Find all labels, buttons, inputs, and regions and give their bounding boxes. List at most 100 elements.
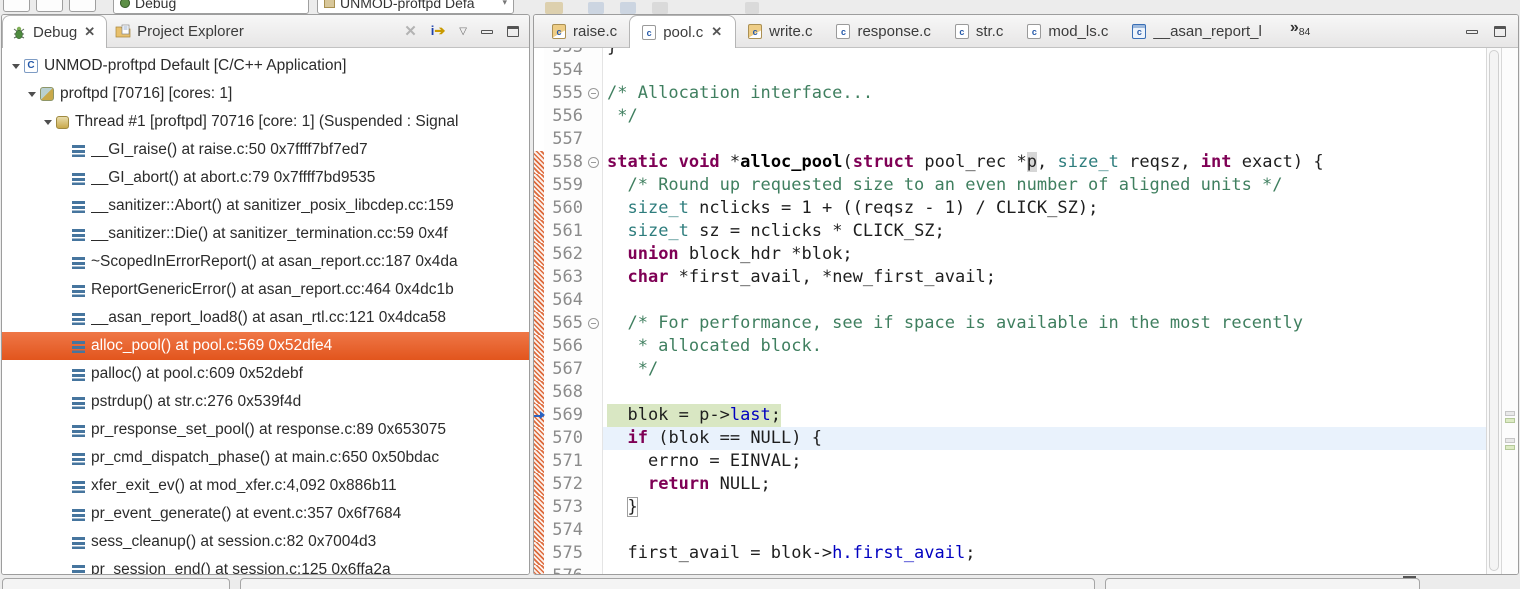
fold-collapse-icon[interactable] xyxy=(588,88,599,99)
code-text[interactable]: /* Round up requested size to an even nu… xyxy=(603,174,1486,197)
expand-arrow-icon[interactable] xyxy=(24,92,40,97)
tree-row[interactable]: alloc_pool() at pool.c:569 0x52dfe4 xyxy=(2,332,529,360)
minimize-icon[interactable] xyxy=(1466,30,1478,34)
toolbar-icon[interactable] xyxy=(620,2,636,14)
annotation-ruler[interactable] xyxy=(534,266,544,289)
close-icon[interactable]: ✕ xyxy=(710,24,723,40)
collapsed-view-tab[interactable] xyxy=(240,578,1095,589)
annotation-ruler[interactable] xyxy=(534,243,544,266)
tab-debug[interactable]: Debug ✕ xyxy=(2,15,108,48)
tree-row[interactable]: ~ScopedInErrorReport() at asan_report.cc… xyxy=(2,248,529,276)
fold-collapse-icon[interactable] xyxy=(588,318,599,329)
code-text[interactable]: /* For performance, see if space is avai… xyxy=(603,312,1486,335)
launch-configuration-combo[interactable]: UNMOD-proftpd Defa ▾ xyxy=(317,0,514,14)
tree-row[interactable]: sess_cleanup() at session.c:82 0x7004d3 xyxy=(2,528,529,556)
annotation-ruler[interactable] xyxy=(534,312,544,335)
tree-row[interactable]: palloc() at pool.c:609 0x52debf xyxy=(2,360,529,388)
tree-row[interactable]: __sanitizer::Die() at sanitizer_terminat… xyxy=(2,220,529,248)
maximize-icon[interactable] xyxy=(1494,25,1506,37)
annotation-ruler[interactable] xyxy=(534,174,544,197)
code-text[interactable] xyxy=(603,289,1486,312)
editor-tab-asan-report-l[interactable]: c __asan_report_l xyxy=(1120,15,1273,47)
annotation-ruler[interactable] xyxy=(534,542,544,565)
code-text[interactable]: size_t nclicks = 1 + ((reqsz - 1) / CLIC… xyxy=(603,197,1486,220)
annotation-ruler[interactable] xyxy=(534,358,544,381)
minimize-icon[interactable] xyxy=(481,30,493,34)
toolbar-button[interactable] xyxy=(69,0,96,12)
code-text[interactable]: } xyxy=(603,496,1486,519)
editor-tab-write-c[interactable]: c write.c xyxy=(736,15,824,47)
annotation-ruler[interactable] xyxy=(534,450,544,473)
annotation-ruler[interactable] xyxy=(534,128,544,151)
annotation-ruler[interactable] xyxy=(534,496,544,519)
collapsed-view-tab[interactable] xyxy=(1105,578,1420,589)
toolbar-icon[interactable] xyxy=(745,2,759,14)
code-text[interactable]: if (blok == NULL) { xyxy=(603,427,1486,450)
close-icon[interactable]: ✕ xyxy=(83,24,96,40)
tree-row[interactable]: __GI_raise() at raise.c:50 0x7ffff7bf7ed… xyxy=(2,136,529,164)
debug-configuration-combo[interactable]: Debug xyxy=(113,0,309,14)
annotation-ruler[interactable] xyxy=(534,335,544,358)
tree-row[interactable]: __GI_abort() at abort.c:79 0x7ffff7bd953… xyxy=(2,164,529,192)
tree-row[interactable]: ReportGenericError() at asan_report.cc:4… xyxy=(2,276,529,304)
code-text[interactable]: union block_hdr *blok; xyxy=(603,243,1486,266)
show-debug-context-icon[interactable]: i➔ xyxy=(431,23,446,39)
code-text[interactable]: size_t sz = nclicks * CLICK_SZ; xyxy=(603,220,1486,243)
editor-tab-response-c[interactable]: c response.c xyxy=(824,15,942,47)
code-text[interactable] xyxy=(603,59,1486,82)
code-text[interactable]: errno = EINVAL; xyxy=(603,450,1486,473)
annotation-ruler[interactable] xyxy=(534,59,544,82)
code-text[interactable]: } xyxy=(603,48,1486,59)
code-text[interactable] xyxy=(603,519,1486,542)
annotation-ruler[interactable] xyxy=(534,289,544,312)
annotation-ruler[interactable] xyxy=(534,48,544,59)
code-text[interactable]: /* Allocation interface... xyxy=(603,82,1486,105)
editor-tab-str-c[interactable]: c str.c xyxy=(943,15,1016,47)
fold-collapse-icon[interactable] xyxy=(588,157,599,168)
toolbar-button[interactable] xyxy=(3,0,30,12)
code-text[interactable]: char *first_avail, *new_first_avail; xyxy=(603,266,1486,289)
code-text[interactable]: return NULL; xyxy=(603,473,1486,496)
more-tabs-indicator[interactable]: » 84 xyxy=(1274,15,1315,47)
collapsed-view-tab[interactable] xyxy=(2,578,230,589)
tree-row[interactable]: __asan_report_load8() at asan_rtl.cc:121… xyxy=(2,304,529,332)
code-text[interactable]: * allocated block. xyxy=(603,335,1486,358)
annotation-ruler[interactable] xyxy=(534,197,544,220)
tree-row[interactable]: xfer_exit_ev() at mod_xfer.c:4,092 0x886… xyxy=(2,472,529,500)
annotation-ruler[interactable] xyxy=(534,427,544,450)
toolbar-icon[interactable] xyxy=(545,2,563,14)
tree-row[interactable]: __sanitizer::Abort() at sanitizer_posix_… xyxy=(2,192,529,220)
tree-row[interactable]: C UNMOD-proftpd Default [C/C++ Applicatio… xyxy=(2,52,529,80)
editor-tab-pool-c[interactable]: c pool.c ✕ xyxy=(629,15,737,48)
annotation-ruler[interactable] xyxy=(534,105,544,128)
code-text[interactable] xyxy=(603,381,1486,404)
scrollbar-thumb[interactable] xyxy=(1489,50,1499,571)
code-text[interactable]: */ xyxy=(603,358,1486,381)
code-text[interactable]: first_avail = blok->h.first_avail; xyxy=(603,542,1486,565)
annotation-ruler[interactable] xyxy=(534,82,544,105)
toolbar-icon[interactable] xyxy=(652,2,668,14)
expand-arrow-icon[interactable] xyxy=(8,64,24,69)
vertical-scrollbar[interactable] xyxy=(1486,48,1501,574)
tree-row[interactable]: pstrdup() at str.c:276 0x539f4d xyxy=(2,388,529,416)
annotation-ruler[interactable] xyxy=(534,565,544,574)
expand-arrow-icon[interactable] xyxy=(40,120,56,125)
code-text[interactable]: blok = p->last; xyxy=(603,404,1486,427)
code-text[interactable]: static void *alloc_pool(struct pool_rec … xyxy=(603,151,1486,174)
tree-row[interactable]: pr_response_set_pool() at response.c:89 … xyxy=(2,416,529,444)
code-text[interactable]: */ xyxy=(603,105,1486,128)
overview-ruler[interactable] xyxy=(1501,48,1518,574)
editor-tab-raise-c[interactable]: c raise.c xyxy=(540,15,629,47)
annotation-ruler[interactable] xyxy=(534,220,544,243)
code-text[interactable] xyxy=(603,128,1486,151)
annotation-ruler[interactable] xyxy=(534,404,545,427)
view-menu-icon[interactable]: ▽ xyxy=(459,26,467,37)
code-text[interactable] xyxy=(603,565,1486,574)
minimize-icon[interactable] xyxy=(1403,576,1416,578)
tree-row[interactable]: pr_event_generate() at event.c:357 0x6f7… xyxy=(2,500,529,528)
tree-row[interactable]: proftpd [70716] [cores: 1] xyxy=(2,80,529,108)
remove-all-terminated-icon[interactable]: ✕ xyxy=(404,22,417,40)
tree-row[interactable]: Thread #1 [proftpd] 70716 [core: 1] (Sus… xyxy=(2,108,529,136)
toolbar-button[interactable] xyxy=(36,0,63,12)
editor-tab-mod-ls-c[interactable]: c mod_ls.c xyxy=(1015,15,1120,47)
